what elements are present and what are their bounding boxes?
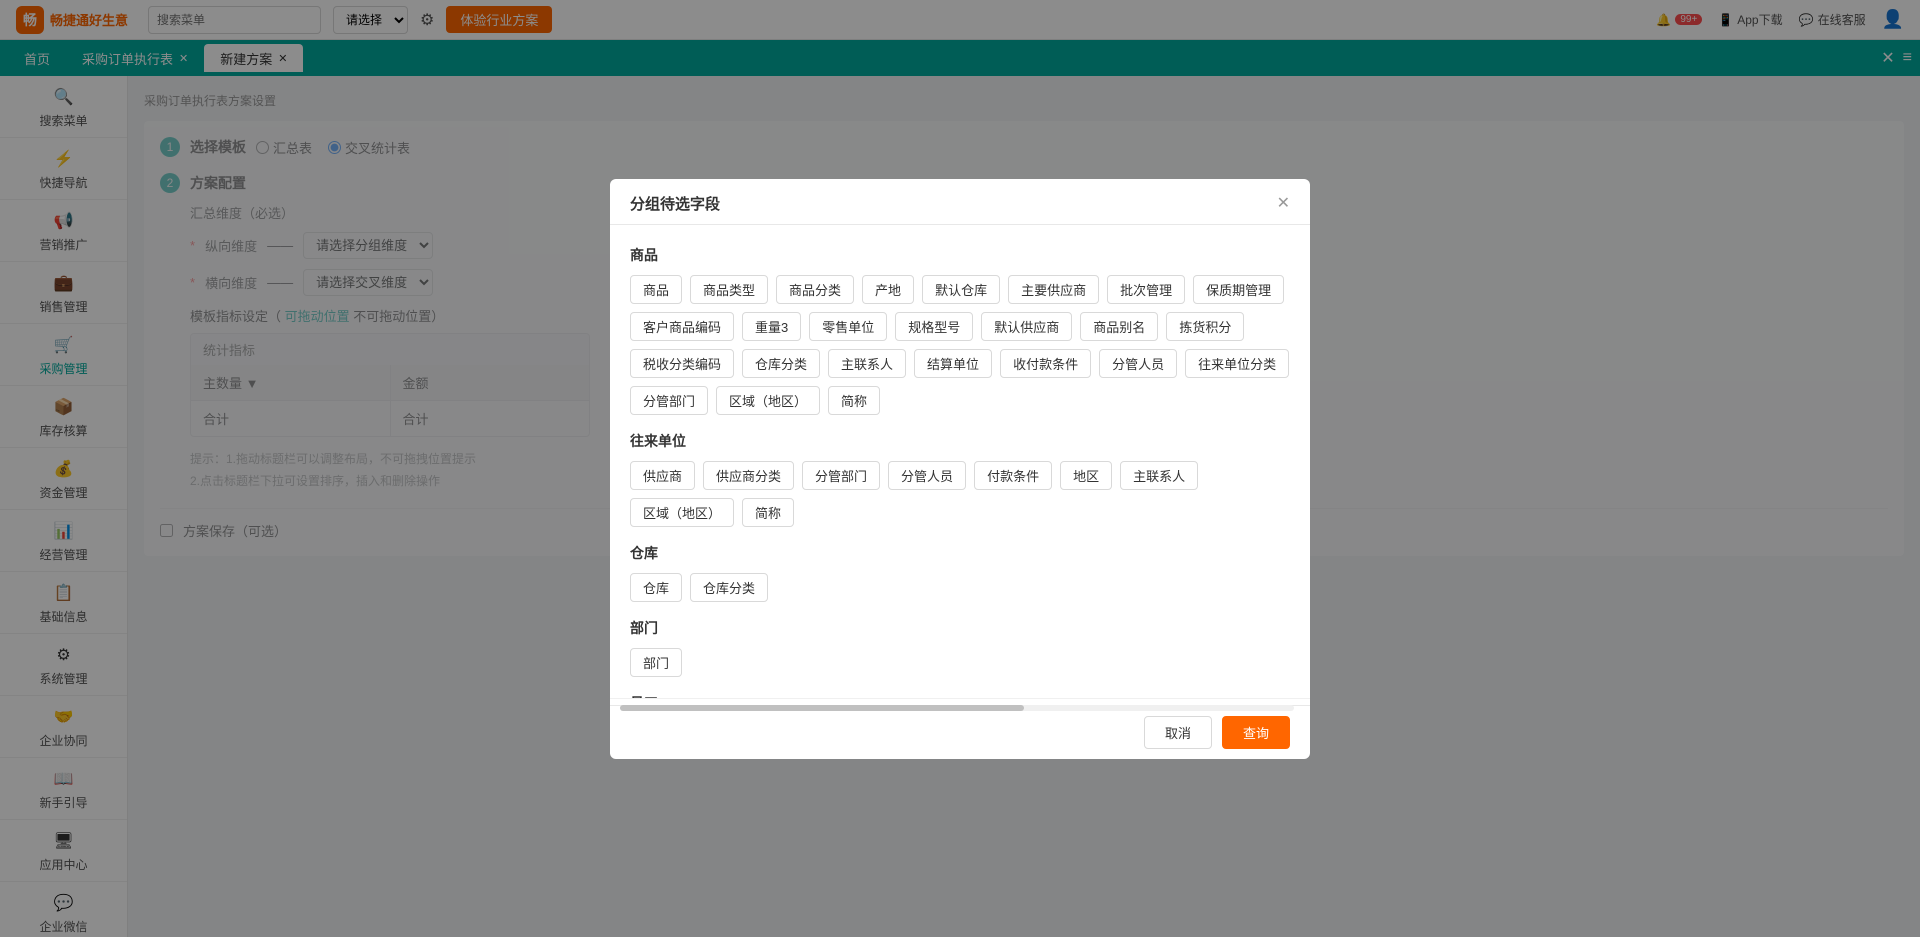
modal-header: 分组待选字段 ✕ [610,179,1310,225]
field-tag[interactable]: 商品别名 [1080,312,1158,341]
section-counterparty-title: 往来单位 [630,431,1290,451]
field-tag[interactable]: 供应商分类 [703,461,794,490]
modal-dialog: 分组待选字段 ✕ 商品 商品商品类型商品分类产地默认仓库主要供应商批次管理保质期… [610,179,1310,759]
field-tag[interactable]: 批次管理 [1107,275,1185,304]
section-dept-title: 部门 [630,618,1290,638]
section-counterparty: 往来单位 供应商供应商分类分管部门分管人员付款条件地区主联系人区域（地区） 简称 [630,431,1290,527]
field-tag[interactable]: 产地 [862,275,914,304]
field-tag[interactable]: 商品类型 [690,275,768,304]
counterparty-field-tags: 供应商供应商分类分管部门分管人员付款条件地区主联系人区域（地区） 简称 [630,461,1290,527]
field-tag[interactable]: 主联系人 [1120,461,1198,490]
field-tag[interactable]: 付款条件 [974,461,1052,490]
warehouse-field-tags: 仓库仓库分类 [630,573,1290,602]
field-tag[interactable]: 零售单位 [809,312,887,341]
field-tag[interactable]: 结算单位 [914,349,992,378]
field-tag[interactable]: 分管人员 [1099,349,1177,378]
field-tag[interactable]: 供应商 [630,461,695,490]
modal-close-button[interactable]: ✕ [1277,193,1290,213]
field-tag[interactable]: 客户商品编码 [630,312,734,341]
field-tag[interactable]: 保质期管理 [1193,275,1284,304]
field-tag[interactable]: 部门 [630,648,682,677]
section-goods-title: 商品 [630,245,1290,265]
modal-hscrollbar-thumb [620,705,1024,711]
field-tag[interactable]: 简称 [828,386,880,415]
field-tag[interactable]: 商品 [630,275,682,304]
field-tag[interactable]: 规格型号 [895,312,973,341]
modal-body[interactable]: 商品 商品商品类型商品分类产地默认仓库主要供应商批次管理保质期管理客户商品编码重… [610,225,1310,698]
field-tag[interactable]: 简称 [742,498,794,527]
field-tag[interactable]: 分管部门 [630,386,708,415]
modal-cancel-button[interactable]: 取消 [1144,716,1212,749]
modal-confirm-button[interactable]: 查询 [1222,716,1290,749]
field-tag[interactable]: 区域（地区） [716,386,820,415]
dept-field-tags: 部门 [630,648,1290,677]
field-tag[interactable]: 默认仓库 [922,275,1000,304]
section-warehouse-title: 仓库 [630,543,1290,563]
field-tag[interactable]: 往来单位分类 [1185,349,1289,378]
field-tag[interactable]: 拣货积分 [1166,312,1244,341]
modal-overlay: 分组待选字段 ✕ 商品 商品商品类型商品分类产地默认仓库主要供应商批次管理保质期… [0,0,1920,937]
section-dept: 部门 部门 [630,618,1290,677]
field-tag[interactable]: 仓库分类 [690,573,768,602]
field-tag[interactable]: 商品分类 [776,275,854,304]
field-tag[interactable]: 税收分类编码 [630,349,734,378]
goods-field-tags: 商品商品类型商品分类产地默认仓库主要供应商批次管理保质期管理客户商品编码重量3 零… [630,275,1290,415]
field-tag[interactable]: 默认供应商 [981,312,1072,341]
field-tag[interactable]: 仓库 [630,573,682,602]
field-tag[interactable]: 收付款条件 [1000,349,1091,378]
section-goods: 商品 商品商品类型商品分类产地默认仓库主要供应商批次管理保质期管理客户商品编码重… [630,245,1290,415]
section-warehouse: 仓库 仓库仓库分类 [630,543,1290,602]
field-tag[interactable]: 主要供应商 [1008,275,1099,304]
field-tag[interactable]: 主联系人 [828,349,906,378]
field-tag[interactable]: 区域（地区） [630,498,734,527]
modal-footer: 取消 查询 [610,705,1310,759]
modal-hscrollbar[interactable] [620,705,1294,711]
field-tag[interactable]: 仓库分类 [742,349,820,378]
modal-title: 分组待选字段 [630,193,720,214]
field-tag[interactable]: 分管部门 [802,461,880,490]
field-tag[interactable]: 地区 [1060,461,1112,490]
field-tag[interactable]: 重量3 [742,312,801,341]
field-tag[interactable]: 分管人员 [888,461,966,490]
